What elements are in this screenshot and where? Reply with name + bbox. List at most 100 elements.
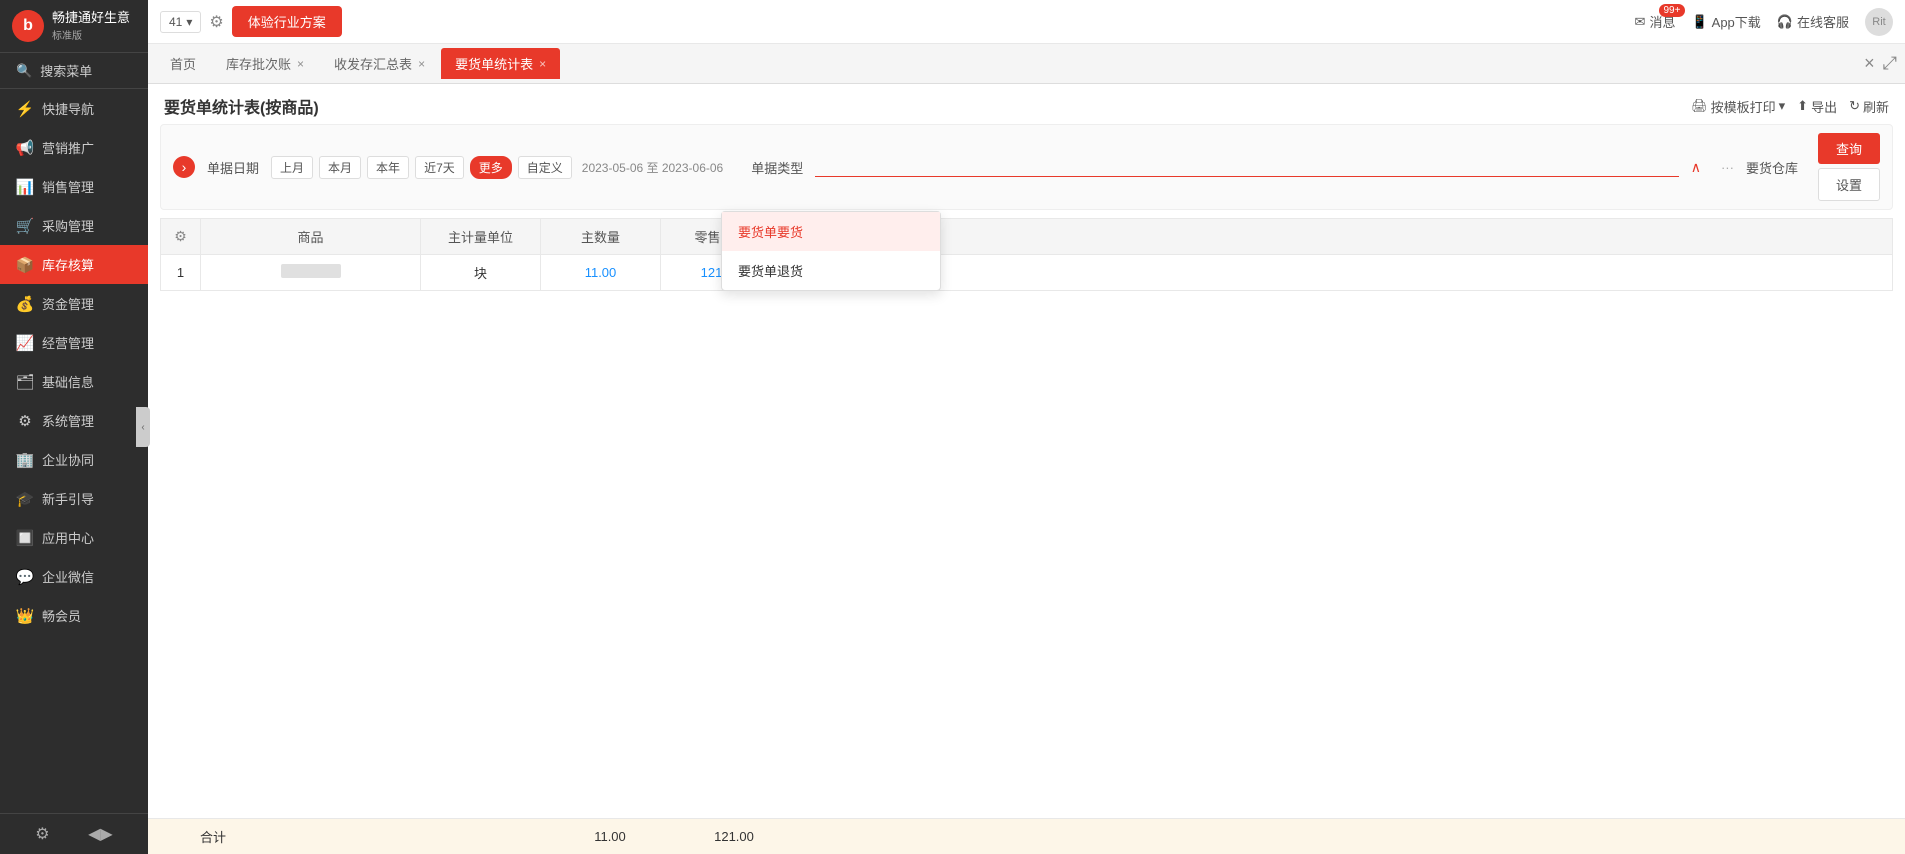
row-qty: 11.00	[541, 255, 661, 291]
page-title: 要货单统计表(按商品)	[164, 94, 319, 118]
sidebar-item-quick-nav[interactable]: ⚡快捷导航	[0, 89, 148, 128]
date-filter-label: 单据日期	[207, 158, 259, 177]
topbar-gear-icon[interactable]: ⚙	[209, 12, 223, 32]
date-7days-btn[interactable]: 近7天	[415, 156, 464, 179]
warehouse-filter-label: 要货仓库	[1746, 158, 1798, 177]
sidebar-item-wechat[interactable]: 💬企业微信	[0, 557, 148, 596]
main-area: 41 ▾ ⚙ 体验行业方案 ✉ 消息 99+ 📱 App下载 🎧 在线客服 Ri…	[148, 0, 1905, 854]
user-avatar[interactable]: Rit	[1865, 8, 1893, 36]
search-icon: 🔍	[16, 63, 32, 79]
set-button[interactable]: 设置	[1818, 168, 1880, 201]
sidebar-item-label-purchase: 采购管理	[42, 216, 94, 235]
date-custom-btn[interactable]: 自定义	[518, 156, 572, 179]
print-icon: 🖨	[1691, 98, 1708, 114]
company-select[interactable]: 41 ▾	[160, 11, 201, 33]
sidebar-item-label-operation: 经营管理	[42, 333, 94, 352]
dropdown-item-order-return[interactable]: 要货单退货	[722, 251, 940, 290]
col-settings-icon[interactable]: ⚙	[174, 228, 187, 244]
col-extra	[781, 219, 1893, 255]
marketing-icon: 📢	[16, 139, 34, 157]
sidebar-item-sales[interactable]: 📊销售管理	[0, 167, 148, 206]
date-year-btn[interactable]: 本年	[367, 156, 409, 179]
tabbar-right: × ⤢	[1864, 53, 1897, 74]
sidebar-item-operation[interactable]: 📈 经营管理	[0, 323, 148, 362]
export-action[interactable]: ⬆ 导出	[1797, 97, 1837, 116]
service-label: 在线客服	[1797, 12, 1849, 31]
tab-order-stats[interactable]: 要货单统计表 ×	[441, 48, 560, 79]
type-filter-label: 单据类型	[751, 158, 803, 177]
product-placeholder	[281, 264, 341, 278]
settings-bottom-icon[interactable]: ⚙	[35, 824, 49, 844]
apps-icon: 🔲	[16, 529, 34, 547]
print-action[interactable]: 🖨 按模板打印 ▾	[1691, 97, 1785, 116]
sidebar-item-system[interactable]: ⚙系统管理	[0, 401, 148, 440]
tab-order-stats-close[interactable]: ×	[539, 57, 546, 71]
sidebar-item-purchase[interactable]: 🛒 采购管理	[0, 206, 148, 245]
qty-link[interactable]: 11.00	[585, 265, 617, 280]
col-qty: 主数量	[541, 219, 661, 255]
message-btn[interactable]: ✉ 消息 99+	[1635, 12, 1676, 31]
refresh-label: 刷新	[1863, 97, 1889, 116]
footer-amount: 121.00	[674, 829, 794, 844]
type-filter-chevron[interactable]: ∧	[1691, 159, 1701, 176]
trial-button[interactable]: 体验行业方案	[232, 6, 342, 37]
member-icon: 👑	[16, 607, 34, 625]
tab-receipts-close[interactable]: ×	[418, 57, 425, 71]
tab-inventory-batch-label: 库存批次账	[226, 54, 291, 73]
dropdown-item-order-goods[interactable]: 要货单要货	[722, 212, 940, 251]
tab-inventory-batch-close[interactable]: ×	[297, 57, 304, 71]
date-cur-month-btn[interactable]: 本月	[319, 156, 361, 179]
sidebar-item-label-inventory: 库存核算	[42, 255, 94, 274]
sidebar-item-member[interactable]: 👑畅会员	[0, 596, 148, 635]
col-settings[interactable]: ⚙	[161, 219, 201, 255]
sidebar-item-apps[interactable]: 🔲应用中心	[0, 518, 148, 557]
online-service-btn[interactable]: 🎧 在线客服	[1777, 12, 1849, 31]
topbar-right: ✉ 消息 99+ 📱 App下载 🎧 在线客服 Rit	[1635, 8, 1893, 36]
tab-receipts-summary[interactable]: 收发存汇总表 ×	[320, 48, 439, 79]
app-name: 畅捷通好生意	[52, 10, 130, 27]
sidebar-item-label-finance: 资金管理	[42, 294, 94, 313]
purchase-icon: 🛒	[16, 217, 34, 235]
type-filter-input[interactable]	[815, 157, 1678, 177]
export-icon: ⬆	[1797, 98, 1808, 114]
sidebar-item-label-guide: 新手引导	[42, 489, 94, 508]
type-dropdown: 要货单要货 要货单退货	[721, 211, 941, 291]
app-download-icon: 📱	[1691, 14, 1707, 30]
sidebar-search[interactable]: 🔍 搜索菜单	[0, 53, 148, 89]
tab-expand-icon[interactable]: ⤢	[1883, 53, 1897, 74]
sidebar-item-enterprise[interactable]: 🏢企业协同	[0, 440, 148, 479]
sidebar-bottom: ⚙ ◀▶	[0, 813, 148, 854]
table-footer: 合计 11.00 121.00	[148, 818, 1905, 854]
tab-close-all-icon[interactable]: ×	[1864, 53, 1875, 74]
app-download-btn[interactable]: 📱 App下载	[1691, 12, 1760, 31]
sidebar-item-finance[interactable]: 💰资金管理	[0, 284, 148, 323]
sidebar-item-marketing[interactable]: 📢 营销推广	[0, 128, 148, 167]
refresh-action[interactable]: ↻ 刷新	[1849, 97, 1889, 116]
sidebar-item-inventory[interactable]: 📦库存核算	[0, 245, 148, 284]
query-button[interactable]: 查询	[1818, 133, 1880, 164]
sidebar-item-label-basic: 基础信息	[42, 372, 94, 391]
logo-icon: b	[12, 10, 44, 42]
sidebar-item-guide[interactable]: 🎓 新手引导	[0, 479, 148, 518]
date-prev-month-btn[interactable]: 上月	[271, 156, 313, 179]
print-label: 按模板打印	[1711, 97, 1776, 116]
footer-qty: 11.00	[550, 829, 670, 844]
tab-inventory-batch[interactable]: 库存批次账 ×	[212, 48, 318, 79]
col-product: 商品	[201, 219, 421, 255]
guide-icon: 🎓	[16, 490, 34, 508]
filter-expand-btn[interactable]: ›	[173, 156, 195, 178]
refresh-icon: ↻	[1849, 98, 1860, 114]
company-select-value: 41	[169, 15, 182, 29]
sidebar-collapse-handle[interactable]: ‹	[136, 407, 150, 447]
sidebar-item-basic[interactable]: 🗂基础信息	[0, 362, 148, 401]
date-more-btn[interactable]: 更多	[470, 156, 512, 179]
filter-more-dots[interactable]: ···	[1721, 160, 1734, 175]
page-content: 要货单统计表(按商品) 🖨 按模板打印 ▾ ⬆ 导出 ↻ 刷新 ›	[148, 84, 1905, 854]
tab-receipts-label: 收发存汇总表	[334, 54, 412, 73]
sidebar-item-label-marketing: 营销推广	[42, 138, 94, 157]
tab-home[interactable]: 首页	[156, 48, 210, 79]
company-select-chevron: ▾	[186, 15, 192, 29]
operation-icon: 📈	[16, 334, 34, 352]
collapse-icon[interactable]: ◀▶	[88, 824, 113, 844]
data-table: ⚙ 商品 主计量单位 主数量 零售金额 1	[160, 218, 1893, 291]
